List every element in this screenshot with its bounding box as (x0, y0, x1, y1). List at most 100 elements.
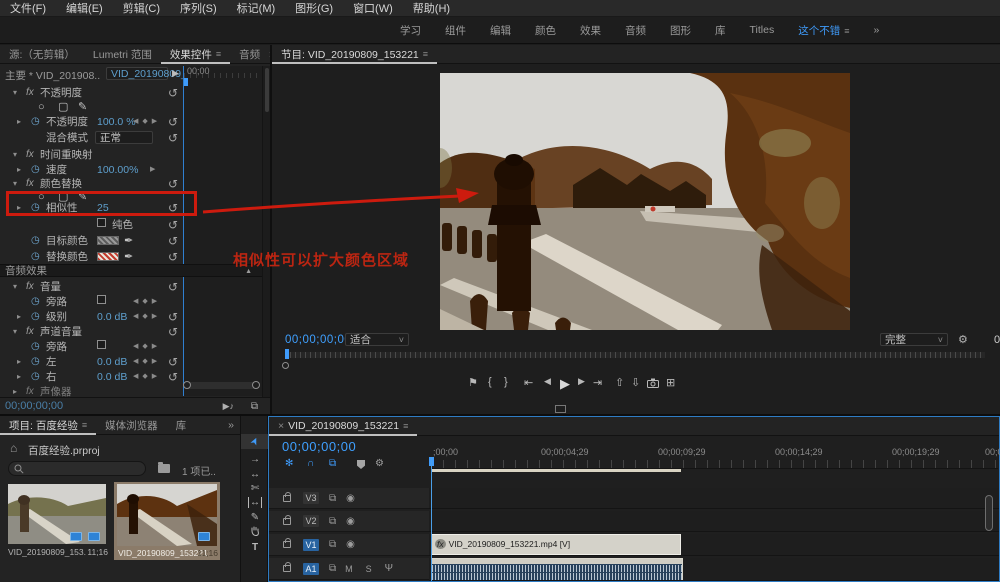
mute-button[interactable]: M (345, 564, 353, 574)
keyframe-next-icon[interactable]: ▶ (150, 163, 159, 177)
voiceover-mic-icon[interactable]: Ψ (385, 563, 393, 574)
workspace-tab-graphics[interactable]: 图形 (670, 23, 691, 38)
reset-icon[interactable]: ↺ (168, 234, 178, 248)
new-bin-icon[interactable] (158, 462, 170, 473)
track-v2-lane[interactable] (429, 511, 999, 532)
menu-edit[interactable]: 编辑(E) (66, 0, 103, 16)
ec-play-icon[interactable]: ▶ (172, 68, 179, 79)
linked-selection-icon[interactable]: ⧉ (329, 458, 336, 469)
track-header-v3[interactable]: V3 ⧉ ◉ (269, 488, 429, 509)
ellipse-mask-icon[interactable]: ○ (38, 100, 45, 114)
tabbar-overflow-icon[interactable]: » (228, 419, 240, 431)
menu-markers[interactable]: 标记(M) (237, 0, 276, 16)
monitor-settings-wrench-icon[interactable]: ⚙ (958, 333, 968, 346)
menu-clip[interactable]: 剪辑(C) (123, 0, 160, 16)
bypass-checkbox[interactable] (97, 295, 106, 304)
reset-icon[interactable]: ↺ (168, 355, 178, 369)
param-right[interactable]: ▸ ◷ 右 0.0 dB ◀◆▶ ↺ (0, 370, 183, 384)
menu-help[interactable]: 帮助(H) (413, 0, 450, 16)
monitor-playhead[interactable] (285, 349, 289, 359)
tab-source-monitor[interactable]: 源:（无剪辑） (0, 45, 84, 64)
keyframe-nav-icons[interactable]: ◀◆▶ (133, 115, 161, 129)
extract-icon[interactable]: ⇩ (631, 376, 640, 389)
monitor-timecode[interactable]: 00;00;00;00 (285, 334, 351, 346)
stopwatch-icon[interactable]: ◷ (31, 355, 40, 369)
stopwatch-icon[interactable]: ◷ (31, 250, 40, 264)
stopwatch-icon[interactable]: ◷ (31, 115, 40, 129)
lock-icon[interactable] (283, 562, 291, 572)
param-left[interactable]: ▸ ◷ 左 0.0 dB ◀◆▶ ↺ (0, 355, 183, 369)
speed-value[interactable]: 100.00% (97, 163, 138, 177)
selection-tool[interactable]: ➤ (241, 434, 269, 449)
monitor-zoom-handle[interactable] (282, 362, 289, 369)
twirl-icon[interactable]: ▾ (13, 280, 17, 294)
keyframe-nav-icons[interactable]: ◀◆▶ (133, 370, 161, 384)
blend-mode-select[interactable]: 正常 ˅ (95, 131, 153, 144)
video-frame[interactable] (428, 73, 850, 330)
playback-resolution-select[interactable]: 完整 ˅ (880, 333, 948, 346)
tab-lumetri-scopes[interactable]: Lumetri 范围 (84, 45, 161, 64)
fx-badge-icon[interactable]: fx (26, 86, 34, 100)
param-volume-bypass[interactable]: ◷ 旁路 ◀◆▶ (0, 295, 183, 309)
track-target-v3[interactable]: V3 (303, 492, 319, 504)
tab-program-monitor[interactable]: 节目: VID_20190809_153221 ≡ (272, 45, 437, 64)
video-clip[interactable]: fx VID_20190809_153221.mp4 [V] (431, 534, 681, 555)
keyframe-nav-icons[interactable]: ◀◆▶ (133, 295, 161, 309)
track-target-a1[interactable]: A1 (303, 562, 319, 575)
stopwatch-icon[interactable]: ◷ (31, 340, 40, 354)
reset-icon[interactable]: ↺ (168, 86, 178, 100)
step-back-icon[interactable]: ◀ (544, 376, 551, 387)
eyedropper-icon[interactable]: ✒ (124, 250, 133, 264)
stopwatch-icon[interactable]: ◷ (31, 163, 40, 177)
close-icon[interactable]: × (278, 420, 284, 432)
eyedropper-icon[interactable]: ✒ (124, 234, 133, 248)
effect-group-color-replace[interactable]: ▾ fx 颜色替换 ↺ (0, 177, 183, 191)
workspace-tab-audio[interactable]: 音频 (625, 23, 646, 38)
effect-group-channel-volume[interactable]: ▾ fx 声道音量 ↺ (0, 325, 183, 339)
track-output-eye-icon[interactable]: ◉ (346, 493, 355, 504)
type-tool[interactable]: T (241, 540, 269, 555)
menu-sequence[interactable]: 序列(S) (180, 0, 217, 16)
reset-icon[interactable]: ↺ (168, 218, 178, 232)
pen-mask-icon[interactable]: ✎ (78, 100, 87, 114)
keyframe-nav-icons[interactable]: ◀◆▶ (133, 310, 161, 324)
left-value[interactable]: 0.0 dB (97, 355, 127, 369)
mark-out-icon[interactable]: } (504, 376, 508, 388)
stopwatch-icon[interactable]: ◷ (31, 370, 40, 384)
menu-graphics[interactable]: 图形(G) (295, 0, 333, 16)
project-clip-card[interactable]: VID_20190809_153.. 11;16 (8, 484, 108, 558)
twirl-icon[interactable]: ▸ (17, 355, 21, 369)
go-to-in-icon[interactable]: ⇤ (524, 376, 533, 389)
reset-icon[interactable]: ↺ (168, 325, 178, 339)
reset-icon[interactable]: ↺ (168, 370, 178, 384)
button-editor-icon[interactable]: ⊞ (666, 376, 675, 389)
reset-icon[interactable]: ↺ (168, 177, 178, 191)
tab-libraries[interactable]: 库 (167, 416, 196, 435)
ec-zoom-handle-left[interactable] (183, 381, 191, 389)
panel-menu-icon[interactable]: ≡ (423, 49, 428, 59)
razor-tool[interactable]: ✄ (241, 481, 269, 496)
audio-clip[interactable] (431, 558, 683, 580)
workspace-tab-titles[interactable]: Titles (750, 24, 775, 36)
param-channel-bypass[interactable]: ◷ 旁路 ◀◆▶ (0, 340, 183, 354)
export-frame-icon[interactable]: ⧉ (251, 398, 258, 415)
export-frame-camera-icon[interactable] (647, 378, 659, 391)
param-opacity[interactable]: ▸ ◷ 不透明度 100.0 % ◀◆▶ ↺ (0, 115, 183, 129)
ec-zoom-handle-right[interactable] (252, 381, 260, 389)
track-output-eye-icon[interactable]: ◉ (346, 539, 355, 550)
track-header-v2[interactable]: V2 ⧉ ◉ (269, 511, 429, 532)
workspace-overflow-icon[interactable]: » (873, 24, 879, 36)
reset-icon[interactable]: ↺ (168, 115, 178, 129)
keyframe-timeline-ruler[interactable]: 00;00 (184, 66, 262, 78)
slip-tool[interactable]: ↔ (241, 495, 269, 510)
timeline-vertical-scrollbar[interactable] (985, 495, 993, 531)
track-output-eye-icon[interactable]: ◉ (346, 516, 355, 527)
panel-menu-icon[interactable]: ≡ (82, 420, 87, 430)
workspace-tab-libraries[interactable]: 库 (715, 23, 726, 38)
snap-magnet-icon[interactable]: ∩ (307, 458, 314, 469)
opacity-value[interactable]: 100.0 % (97, 115, 136, 129)
menu-window[interactable]: 窗口(W) (353, 0, 393, 16)
add-marker-icon[interactable] (357, 460, 365, 469)
twirl-icon[interactable]: ▾ (13, 177, 17, 191)
effect-group-time-remap[interactable]: ▾ fx 时间重映射 (0, 148, 183, 162)
